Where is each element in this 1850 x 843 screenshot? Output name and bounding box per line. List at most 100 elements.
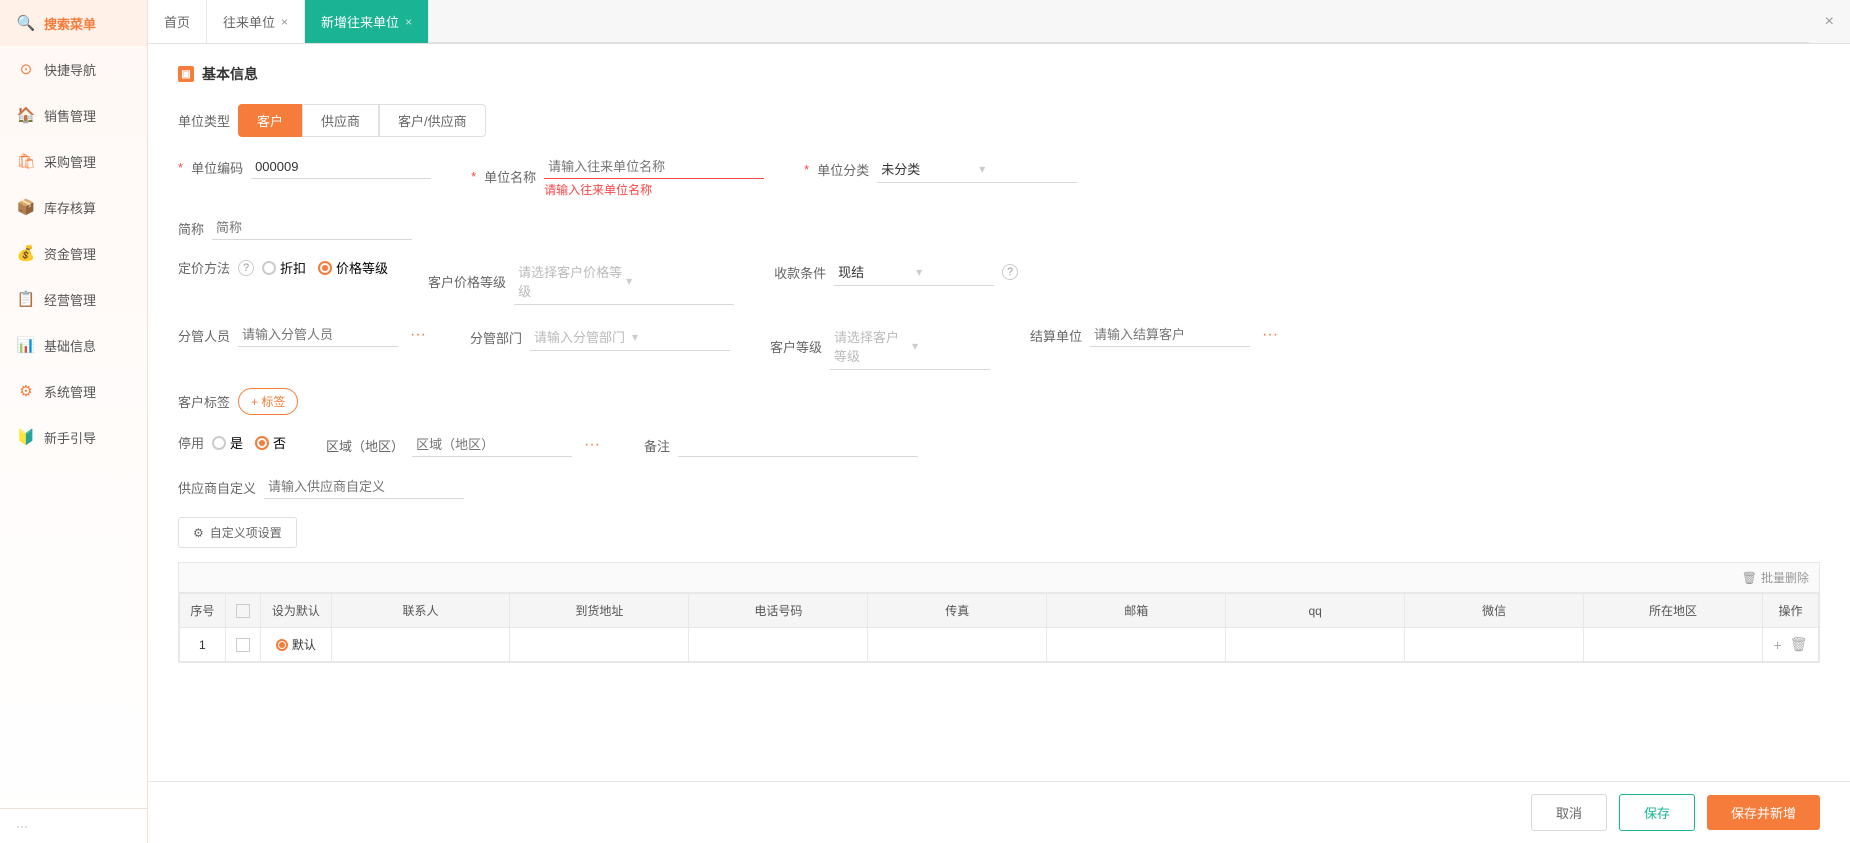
unit-code-required: * [178,160,183,175]
sidebar-item-operations[interactable]: 📋 经营管理 [0,276,147,322]
unit-category-select[interactable]: 未分类 ▾ [877,155,1077,183]
cell-phone[interactable] [689,628,868,662]
tab-trading-units-close[interactable]: × [281,15,288,29]
qq-input[interactable] [1236,638,1394,652]
form-group-manager: 分管人员 ··· [178,323,430,347]
tab-new-trading-unit-close[interactable]: × [405,15,412,29]
home-icon: ⊙ [16,59,36,79]
add-row-btn[interactable]: + [1774,637,1782,653]
table-row: 1 默认 [180,628,1819,662]
payment-terms-value: 现结 [838,262,912,281]
customer-level-select[interactable]: 请选择客户等级 ▾ [830,323,990,370]
cell-fax[interactable] [868,628,1047,662]
location-input[interactable] [1594,638,1752,652]
address-input[interactable] [520,638,678,652]
pricing-help-icon[interactable]: ? [238,260,254,276]
sidebar-item-inventory[interactable]: 📦 库存核算 [0,184,147,230]
section-icon: ▣ [178,66,194,82]
unit-code-input[interactable] [251,155,431,179]
supplier-custom-input[interactable] [264,475,464,499]
payment-terms-chevron: ▾ [916,265,990,279]
save-button[interactable]: 保存 [1619,794,1695,831]
sidebar-item-basic[interactable]: 📊 基础信息 [0,322,147,368]
cell-address[interactable] [510,628,689,662]
batch-delete-icon: 🗑 [1742,571,1757,585]
manager-label: 分管人员 [178,326,230,345]
form-group-pricing-method: 定价方法 ? 折扣 价格等级 [178,258,388,277]
cancel-button[interactable]: 取消 [1531,794,1607,831]
cell-contact[interactable] [331,628,510,662]
inventory-icon: 📦 [16,197,36,217]
unit-category-required: * [804,162,809,177]
row-checkbox[interactable] [236,638,250,652]
unit-name-required: * [471,169,476,184]
tab-home[interactable]: 首页 [148,0,207,43]
phone-input[interactable] [699,638,857,652]
manager-more-btn[interactable]: ··· [406,326,430,344]
cell-wechat[interactable] [1405,628,1584,662]
sidebar-item-label: 销售管理 [44,106,96,125]
delete-row-btn[interactable]: 🗑 [1790,636,1808,653]
short-name-input[interactable] [212,216,412,240]
manager-input[interactable] [238,323,398,347]
remark-input[interactable] [678,433,918,457]
col-fax: 传真 [868,594,1047,628]
disabled-radio-yes-label: 是 [230,433,243,452]
btn-type-supplier[interactable]: 供应商 [302,104,379,137]
row-default-radio[interactable] [276,639,288,651]
disabled-radio-yes[interactable]: 是 [212,433,243,452]
region-input[interactable] [412,433,572,457]
pricing-method-label: 定价方法 [178,258,230,277]
fax-input[interactable] [878,638,1036,652]
customer-price-level-select[interactable]: 请选择客户价格等级 ▾ [514,258,734,305]
btn-type-both[interactable]: 客户/供应商 [379,104,486,137]
cell-qq[interactable] [1226,628,1405,662]
btn-type-customer[interactable]: 客户 [238,104,302,137]
tab-new-trading-unit[interactable]: 新增往来单位 × [305,0,429,43]
disabled-radio-no[interactable]: 否 [255,433,286,452]
cell-default: 默认 [261,628,331,662]
contact-input[interactable] [342,638,500,652]
unit-type-label: 单位类型 [178,111,230,130]
email-input[interactable] [1057,638,1215,652]
tab-trading-units[interactable]: 往来单位 × [207,0,305,43]
table-header: 序号 设为默认 联系人 到货地址 电话号码 传真 邮箱 qq 微信 所在地区 操… [180,594,1819,628]
sidebar-item-quick-nav[interactable]: ⊙ 快捷导航 [0,46,147,92]
tab-close-all-button[interactable]: × [1809,0,1850,43]
cell-email[interactable] [1047,628,1226,662]
payment-terms-select[interactable]: 现结 ▾ [834,258,994,286]
sidebar-item-finance[interactable]: 💰 资金管理 [0,230,147,276]
sidebar-item-system[interactable]: ⚙ 系统管理 [0,368,147,414]
sidebar-item-guide[interactable]: 🔰 新手引导 [0,414,147,460]
operations-icon: 📋 [16,289,36,309]
sidebar-item-purchase[interactable]: 🛍 采购管理 [0,138,147,184]
form-row-customer-tag: 客户标签 + 标签 [178,388,1820,415]
pricing-radio-level[interactable]: 价格等级 [318,258,388,277]
row-actions: + 🗑 [1773,636,1808,653]
unit-name-input[interactable] [544,155,764,179]
col-region: 所在地区 [1584,594,1763,628]
unit-category-label: 单位分类 [817,160,869,179]
payment-terms-label: 收款条件 [774,263,826,282]
save-new-button[interactable]: 保存并新增 [1707,795,1820,830]
customer-tag-add-btn[interactable]: + 标签 [238,388,298,415]
sidebar-item-sales[interactable]: 🏠 销售管理 [0,92,147,138]
settlement-unit-more-btn[interactable]: ··· [1258,326,1282,344]
unit-name-input-group: 请输入往来单位名称 [544,155,764,198]
payment-terms-help-icon[interactable]: ? [1002,264,1018,280]
select-all-checkbox[interactable] [236,604,250,618]
settlement-unit-input[interactable] [1090,323,1250,347]
batch-delete-button[interactable]: 🗑 批量删除 [1742,569,1809,586]
sidebar-item-search[interactable]: 🔍 搜索菜单 [0,0,147,46]
department-select[interactable]: 请输入分管部门 ▾ [530,323,730,351]
custom-setting-icon: ⚙ [193,526,204,540]
sidebar-bottom-label: ··· [16,819,28,833]
cell-location[interactable] [1584,628,1763,662]
contacts-table: 序号 设为默认 联系人 到货地址 电话号码 传真 邮箱 qq 微信 所在地区 操… [179,593,1819,662]
region-more-btn[interactable]: ··· [580,436,604,454]
customer-price-level-label: 客户价格等级 [428,272,506,291]
pricing-radio-discount[interactable]: 折扣 [262,258,306,277]
custom-setting-button[interactable]: ⚙ 自定义项设置 [178,517,297,548]
tab-spacer [429,0,1809,43]
wechat-input[interactable] [1415,638,1573,652]
